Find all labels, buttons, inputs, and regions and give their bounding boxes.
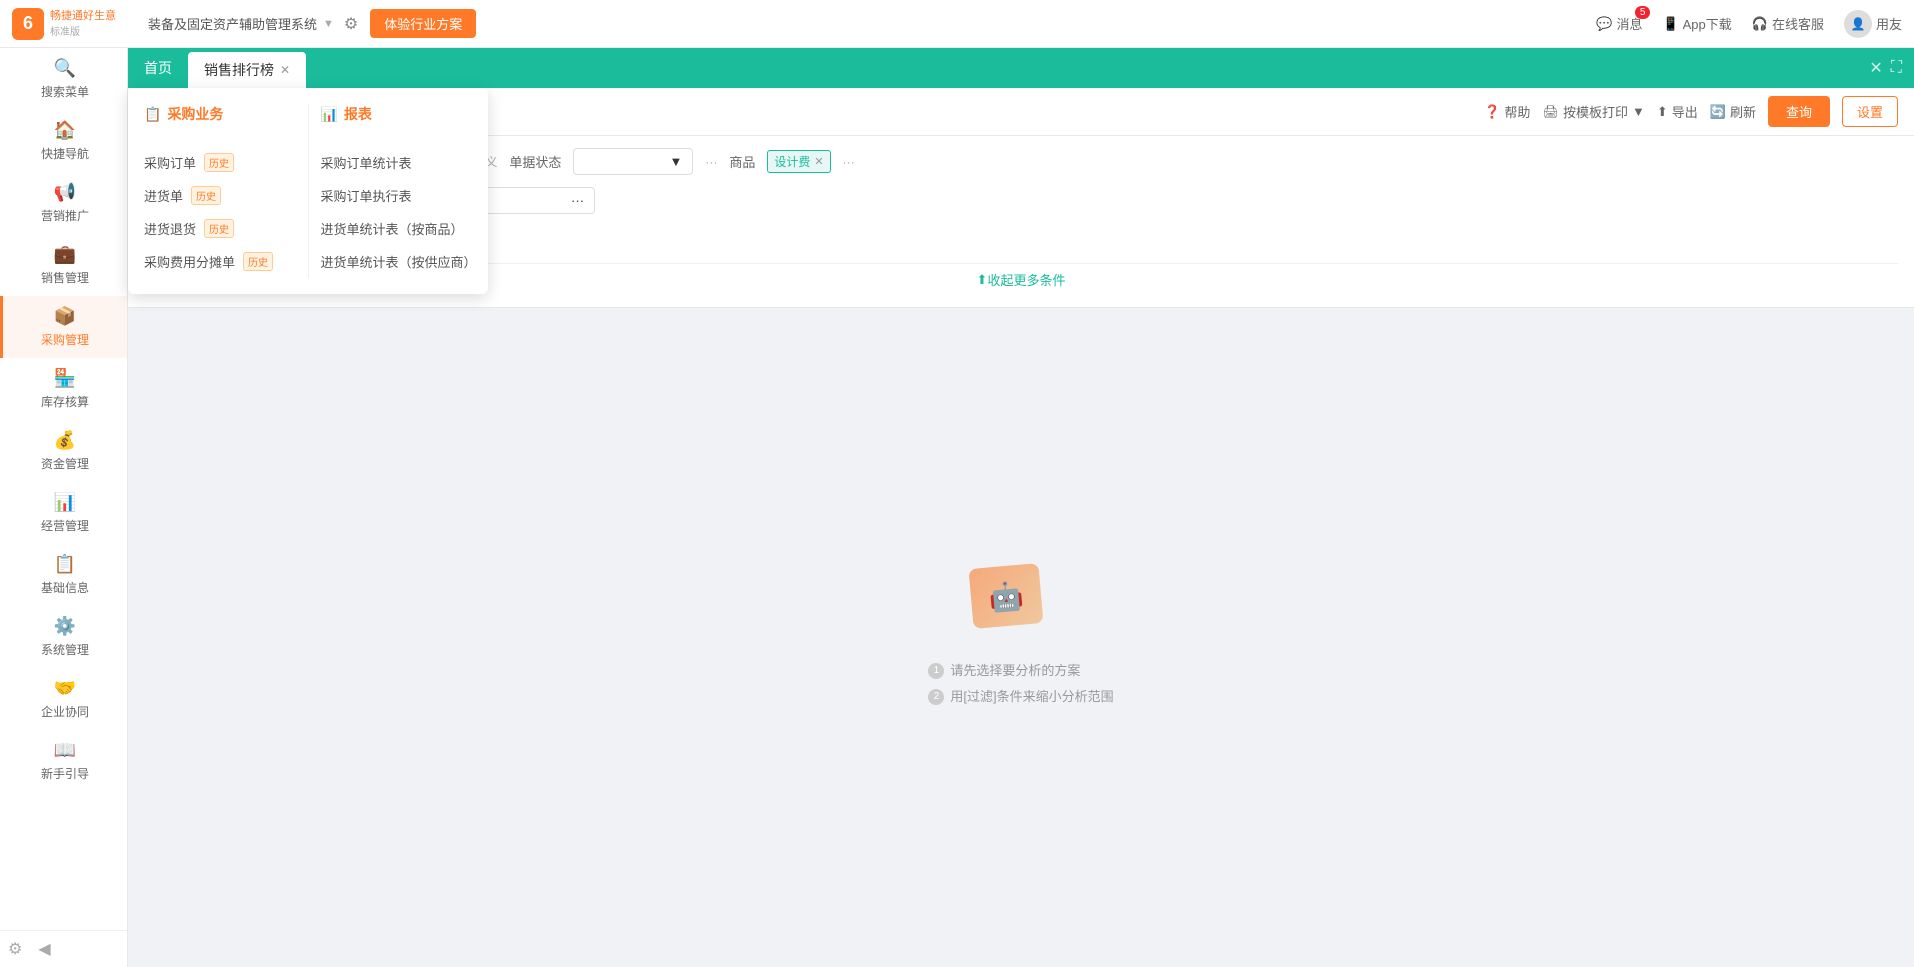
sys-dropdown-icon[interactable]: ▼ [323, 18, 334, 30]
bottom-settings-btn[interactable]: ⚙ [0, 931, 30, 967]
salesman-dropdown-icon: ··· [571, 193, 584, 208]
sidebar-item-inventory[interactable]: 🏪 库存核算 [0, 358, 127, 420]
logo-name: 畅捷通好生意 [50, 9, 116, 23]
help-btn[interactable]: ❓ 帮助 [1484, 102, 1530, 121]
system-title: 装备及固定资产辅助管理系统 ▼ ⚙ [148, 14, 358, 34]
report-order-stats-item[interactable]: 采购订单统计表 [321, 146, 473, 179]
inventory-icon: 🏪 [54, 368, 76, 389]
home-icon: 🏠 [54, 120, 76, 141]
tab-bar-right: ✕ ⛶ [1869, 48, 1914, 88]
export-btn[interactable]: ⬆ 导出 [1657, 102, 1698, 121]
sidebar-item-marketing[interactable]: 📢 营销推广 [0, 172, 127, 234]
print-btn[interactable]: 🖨 按模板打印 ▼ [1542, 102, 1644, 121]
search-icon: 🔍 [54, 58, 76, 79]
online-service-item[interactable]: 🎧 在线客服 [1752, 14, 1824, 33]
logo-area: 6 畅捷通好生意 标准版 [12, 8, 140, 40]
logo-tag: 标准版 [50, 23, 116, 38]
goods-label: 商品 [729, 152, 755, 171]
purchase-icon: 📦 [54, 306, 76, 327]
purchase-business-col: 📋 采购业务 采购订单 历史 进货单 历史 进货退货 历史 采购费用分摊单 历史 [144, 104, 296, 278]
tab-close-icon[interactable]: ✕ [280, 63, 290, 77]
message-badge: 5 [1635, 6, 1651, 19]
purchase-inbound-badge: 历史 [191, 186, 221, 205]
report-order-exec-item[interactable]: 采购订单执行表 [321, 179, 473, 212]
empty-robot-icon: 🤖 [969, 563, 1044, 629]
phone-icon: 📱 [1662, 16, 1678, 32]
sidebar: 🔍 搜索菜单 🏠 快捷导航 📢 营销推广 💼 销售管理 📦 采购管理 🏪 [0, 48, 128, 967]
user-item[interactable]: 👤 用友 [1844, 10, 1902, 38]
tab-close-window-icon[interactable]: ✕ [1869, 58, 1882, 78]
settings-btn[interactable]: 设置 [1842, 96, 1898, 127]
purchase-return-badge: 历史 [204, 219, 234, 238]
sidebar-bottom: ⚙ ◀ [0, 930, 127, 967]
help-icon: ❓ [1484, 104, 1500, 120]
goods-more[interactable]: ··· [843, 155, 855, 169]
report-inbound-by-supplier-item[interactable]: 进货单统计表（按供应商） [321, 245, 473, 278]
sidebar-item-finance[interactable]: 💰 资金管理 [0, 420, 127, 482]
purchase-report-title: 📊 报表 [321, 104, 473, 132]
purchase-order-item[interactable]: 采购订单 历史 [144, 146, 296, 179]
goods-tag-close[interactable]: ✕ [814, 155, 823, 168]
purchase-expense-item[interactable]: 采购费用分摊单 历史 [144, 245, 296, 278]
status-select[interactable]: ▼ [573, 148, 693, 175]
menu-divider [308, 104, 309, 278]
message-icon: 💬 [1596, 16, 1612, 32]
goods-tag: 设计费 ✕ [767, 150, 830, 173]
refresh-btn[interactable]: 🔄 刷新 [1710, 102, 1756, 121]
logo-icon: 6 [12, 8, 44, 40]
print-dropdown-icon[interactable]: ▼ [1632, 104, 1645, 119]
collapse-btn[interactable]: ◀ [30, 931, 58, 967]
purchase-return-item[interactable]: 进货退货 历史 [144, 212, 296, 245]
tab-bar: 首页 销售排行榜 ✕ ✕ ⛶ [128, 48, 1914, 88]
purchase-dropdown-menu: 📋 采购业务 采购订单 历史 进货单 历史 进货退货 历史 采购费用分摊单 历史… [128, 88, 488, 294]
tab-maximize-icon[interactable]: ⛶ [1891, 59, 1902, 77]
status-dropdown-icon: ▼ [669, 154, 682, 169]
report-inbound-by-goods-item[interactable]: 进货单统计表（按商品） [321, 212, 473, 245]
refresh-icon: 🔄 [1710, 104, 1726, 120]
app-download-item[interactable]: 📱 App下载 [1662, 14, 1731, 33]
sidebar-item-system[interactable]: ⚙️ 系统管理 [0, 606, 127, 668]
purchase-inbound-item[interactable]: 进货单 历史 [144, 179, 296, 212]
operations-icon: 📊 [54, 492, 76, 513]
sidebar-item-sales[interactable]: 💼 销售管理 [0, 234, 127, 296]
finance-icon: 💰 [54, 430, 76, 451]
query-btn[interactable]: 查询 [1768, 96, 1830, 127]
sidebar-item-guide[interactable]: 📖 新手引导 [0, 730, 127, 792]
sidebar-item-quick-nav[interactable]: 🏠 快捷导航 [0, 110, 127, 172]
purchase-business-icon: 📋 [144, 106, 161, 123]
top-bar: 6 畅捷通好生意 标准版 装备及固定资产辅助管理系统 ▼ ⚙ 体验行业方案 💬 … [0, 0, 1914, 48]
sidebar-item-operations[interactable]: 📊 经营管理 [0, 482, 127, 544]
empty-tips: 1 请先选择要分析的方案 2 用[过滤]条件来缩小分析范围 [928, 658, 1113, 710]
sidebar-item-search[interactable]: 🔍 搜索菜单 [0, 48, 127, 110]
enterprise-icon: 🤝 [54, 678, 76, 699]
sidebar-item-enterprise[interactable]: 🤝 企业协同 [0, 668, 127, 730]
marketing-icon: 📢 [54, 182, 76, 203]
basic-info-icon: 📋 [54, 554, 76, 575]
guide-icon: 📖 [54, 740, 76, 761]
status-label: 单据状态 [509, 152, 561, 171]
industry-btn[interactable]: 体验行业方案 [370, 9, 476, 38]
empty-icon: 🤖 [971, 566, 1071, 646]
print-icon: 🖨 [1542, 104, 1559, 120]
sys-settings-icon[interactable]: ⚙ [344, 14, 358, 34]
export-icon: ⬆ [1657, 104, 1668, 120]
empty-state: 🤖 1 请先选择要分析的方案 2 用[过滤]条件来缩小分析范围 [128, 308, 1914, 967]
purchase-expense-badge: 历史 [243, 252, 273, 271]
message-item[interactable]: 💬 消息 5 [1596, 14, 1642, 33]
top-bar-right: 💬 消息 5 📱 App下载 🎧 在线客服 👤 用友 [1596, 10, 1902, 38]
tab-home[interactable]: 首页 [128, 48, 188, 88]
avatar: 👤 [1844, 10, 1872, 38]
sidebar-item-purchase[interactable]: 📦 采购管理 [0, 296, 127, 358]
headset-icon: 🎧 [1752, 16, 1768, 32]
sales-icon: 💼 [54, 244, 76, 265]
purchase-report-col: 📊 报表 采购订单统计表 采购订单执行表 进货单统计表（按商品） 进货单统计表（… [321, 104, 473, 278]
tab-sales-ranking[interactable]: 销售排行榜 ✕ [188, 52, 306, 88]
collapse-icon: ⬆ [977, 272, 988, 288]
system-icon: ⚙️ [54, 616, 76, 637]
report-icon: 📊 [321, 106, 338, 123]
status-more[interactable]: ··· [705, 155, 717, 169]
sidebar-item-basic-info[interactable]: 📋 基础信息 [0, 544, 127, 606]
purchase-business-title: 📋 采购业务 [144, 104, 296, 132]
purchase-order-badge: 历史 [204, 153, 234, 172]
